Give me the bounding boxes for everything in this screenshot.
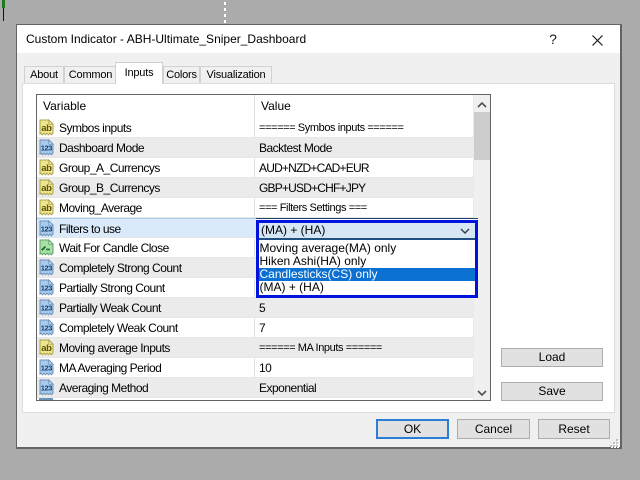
svg-text:ab: ab (41, 163, 52, 174)
svg-text:ab: ab (41, 203, 52, 214)
svg-text:123: 123 (40, 364, 52, 373)
svg-text:123: 123 (40, 384, 52, 393)
svg-text:123: 123 (40, 264, 52, 273)
svg-text:ab: ab (41, 343, 52, 354)
svg-text:123: 123 (40, 144, 52, 153)
svg-text:ab: ab (41, 183, 52, 194)
svg-text:123: 123 (40, 304, 52, 313)
svg-text:123: 123 (40, 225, 52, 234)
svg-text:ab: ab (41, 123, 52, 134)
svg-text:123: 123 (40, 284, 52, 293)
svg-text:123: 123 (40, 324, 52, 333)
